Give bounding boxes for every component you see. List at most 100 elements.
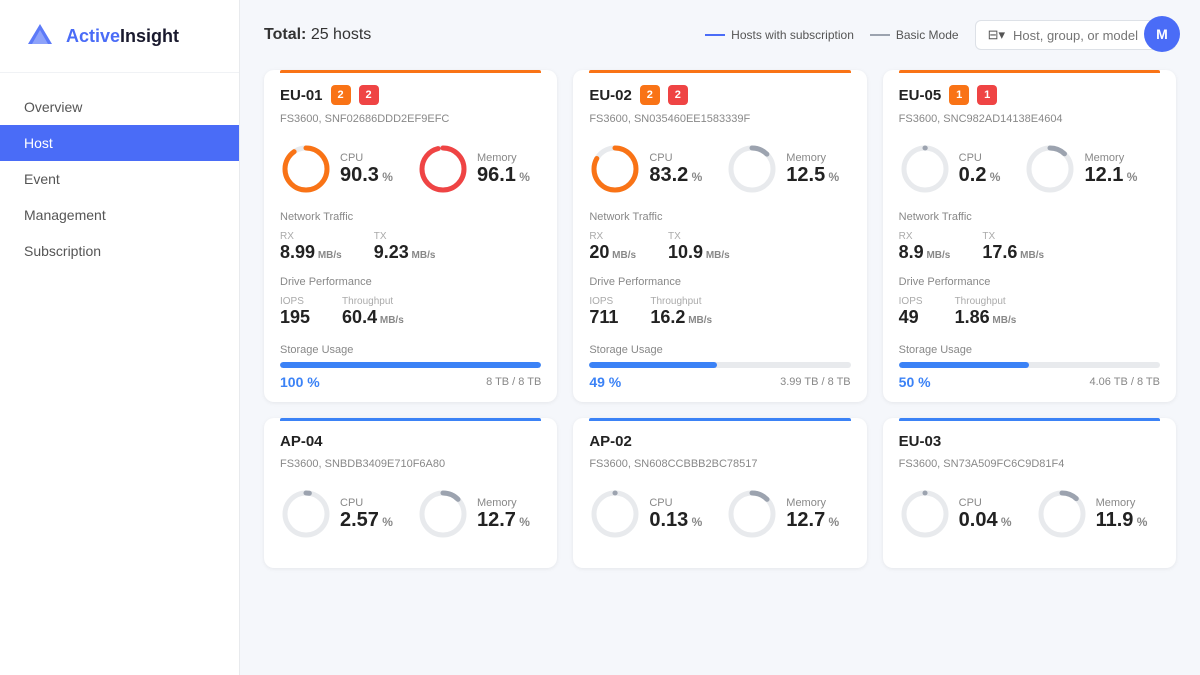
- card-subtitle: FS3600, SN73A509FC6C9D81F4: [883, 458, 1176, 480]
- memory-info: Memory 12.7 %: [477, 497, 530, 531]
- card-metrics: CPU 2.57 % Memory 12.7 %: [264, 480, 557, 552]
- card-metrics: CPU 0.13 % Memory 12.7 %: [573, 480, 866, 552]
- card-title: EU-05: [899, 87, 942, 104]
- card-header: EU-05 11: [883, 73, 1176, 113]
- sidebar-item-management[interactable]: Management: [0, 197, 239, 233]
- cpu-gauge: [899, 488, 951, 540]
- cpu-info: CPU 90.3 %: [340, 152, 393, 186]
- card-ap-02[interactable]: AP-02 FS3600, SN608CCBBB2BC78517 CPU 0.1…: [573, 418, 866, 568]
- cpu-info: CPU 2.57 %: [340, 497, 393, 531]
- storage-detail: 3.99 TB / 8 TB: [780, 376, 851, 388]
- storage-bar-fill: [899, 362, 1030, 368]
- card-subtitle: FS3600, SNF02686DDD2EF9EFC: [264, 113, 557, 135]
- card-subtitle: FS3600, SN608CCBBB2BC78517: [573, 458, 866, 480]
- card-metrics: CPU 83.2 % Memory 12.5 %: [573, 135, 866, 207]
- cpu-info: CPU 0.13 %: [649, 497, 702, 531]
- storage-bar-bg: [280, 362, 541, 368]
- card-subtitle: FS3600, SNBDB3409E710F6A80: [264, 458, 557, 480]
- total-label: Total: 25 hosts: [264, 26, 371, 44]
- badge: 2: [331, 85, 351, 105]
- cpu-metric: CPU 2.57 %: [280, 488, 393, 540]
- card-title: EU-02: [589, 87, 632, 104]
- sidebar-item-overview[interactable]: Overview: [0, 89, 239, 125]
- sidebar-item-host[interactable]: Host: [0, 125, 239, 161]
- rx-metric: RX 8.99 MB/s: [280, 231, 342, 264]
- rx-metric: RX 20 MB/s: [589, 231, 636, 264]
- cpu-metric: CPU 0.04 %: [899, 488, 1012, 540]
- legend-basic: Basic Mode: [870, 28, 959, 42]
- memory-metric: Memory 12.7 %: [726, 488, 839, 540]
- cpu-metric: CPU 0.2 %: [899, 143, 1001, 195]
- sidebar-item-subscription[interactable]: Subscription: [0, 233, 239, 269]
- drive-row: IOPS 195 Throughput 60.4 MB/s: [264, 292, 557, 337]
- tx-metric: TX 17.6 MB/s: [982, 231, 1044, 264]
- header-right: Hosts with subscription Basic Mode ⊟▾: [705, 20, 1176, 50]
- rx-metric: RX 8.9 MB/s: [899, 231, 951, 264]
- cpu-gauge: [589, 143, 641, 195]
- badge: 2: [668, 85, 688, 105]
- storage-bar-bg: [589, 362, 850, 368]
- storage-footer: 100 % 8 TB / 8 TB: [280, 374, 541, 390]
- card-eu-05[interactable]: EU-05 11 FS3600, SNC982AD14138E4604 CPU …: [883, 70, 1176, 402]
- network-row: RX 20 MB/s TX 10.9 MB/s: [573, 227, 866, 272]
- memory-gauge: [1036, 488, 1088, 540]
- cpu-metric: CPU 90.3 %: [280, 143, 393, 195]
- memory-info: Memory 11.9 %: [1096, 497, 1148, 531]
- filter-input[interactable]: [1013, 28, 1163, 43]
- sidebar-item-event[interactable]: Event: [0, 161, 239, 197]
- card-header: EU-02 22: [573, 73, 866, 113]
- legend-subscription-line: [705, 34, 725, 36]
- badge: 2: [640, 85, 660, 105]
- storage-detail: 4.06 TB / 8 TB: [1089, 376, 1160, 388]
- card-ap-04[interactable]: AP-04 FS3600, SNBDB3409E710F6A80 CPU 2.5…: [264, 418, 557, 568]
- user-avatar[interactable]: M: [1144, 16, 1180, 52]
- card-title: AP-04: [280, 433, 323, 450]
- memory-gauge: [1024, 143, 1076, 195]
- card-header: AP-04: [264, 421, 557, 458]
- iops-metric: IOPS 195: [280, 296, 310, 329]
- legend-subscription: Hosts with subscription: [705, 28, 854, 42]
- legend: Hosts with subscription Basic Mode: [705, 28, 958, 42]
- cpu-gauge: [589, 488, 641, 540]
- main-content: M Total: 25 hosts Hosts with subscriptio…: [240, 0, 1200, 675]
- card-metrics: CPU 90.3 % Memory 96.1 %: [264, 135, 557, 207]
- storage-label: Storage Usage: [280, 344, 541, 356]
- storage-detail: 8 TB / 8 TB: [486, 376, 541, 388]
- cpu-gauge: [280, 488, 332, 540]
- throughput-metric: Throughput 16.2 MB/s: [650, 296, 712, 329]
- storage-footer: 49 % 3.99 TB / 8 TB: [589, 374, 850, 390]
- badge: 1: [977, 85, 997, 105]
- logo: ActiveInsight: [0, 0, 239, 73]
- card-subtitle: FS3600, SN035460EE1583339F: [573, 113, 866, 135]
- memory-metric: Memory 96.1 %: [417, 143, 530, 195]
- card-title: EU-03: [899, 433, 942, 450]
- cpu-gauge: [899, 143, 951, 195]
- card-header: EU-03: [883, 421, 1176, 458]
- cpu-info: CPU 83.2 %: [649, 152, 702, 186]
- cpu-metric: CPU 0.13 %: [589, 488, 702, 540]
- storage-section: Storage Usage 100 % 8 TB / 8 TB: [264, 336, 557, 402]
- sidebar: ActiveInsight Overview Host Event Manage…: [0, 0, 240, 675]
- drive-perf-label: Drive Performance: [573, 272, 866, 292]
- network-traffic-label: Network Traffic: [573, 207, 866, 227]
- card-header: EU-01 22: [264, 73, 557, 113]
- iops-metric: IOPS 711: [589, 296, 618, 329]
- storage-bar-bg: [899, 362, 1160, 368]
- memory-info: Memory 96.1 %: [477, 152, 530, 186]
- card-eu-01[interactable]: EU-01 22 FS3600, SNF02686DDD2EF9EFC CPU …: [264, 70, 557, 402]
- throughput-metric: Throughput 1.86 MB/s: [955, 296, 1017, 329]
- card-eu-02[interactable]: EU-02 22 FS3600, SN035460EE1583339F CPU …: [573, 70, 866, 402]
- badge: 2: [359, 85, 379, 105]
- sidebar-nav: Overview Host Event Management Subscript…: [0, 73, 239, 285]
- card-eu-03[interactable]: EU-03 FS3600, SN73A509FC6C9D81F4 CPU 0.0…: [883, 418, 1176, 568]
- drive-row: IOPS 711 Throughput 16.2 MB/s: [573, 292, 866, 337]
- tx-metric: TX 9.23 MB/s: [374, 231, 436, 264]
- drive-row: IOPS 49 Throughput 1.86 MB/s: [883, 292, 1176, 337]
- cpu-metric: CPU 83.2 %: [589, 143, 702, 195]
- memory-gauge: [726, 488, 778, 540]
- card-title: EU-01: [280, 87, 323, 104]
- memory-gauge: [417, 488, 469, 540]
- tx-metric: TX 10.9 MB/s: [668, 231, 730, 264]
- cpu-info: CPU 0.2 %: [959, 152, 1001, 186]
- network-row: RX 8.99 MB/s TX 9.23 MB/s: [264, 227, 557, 272]
